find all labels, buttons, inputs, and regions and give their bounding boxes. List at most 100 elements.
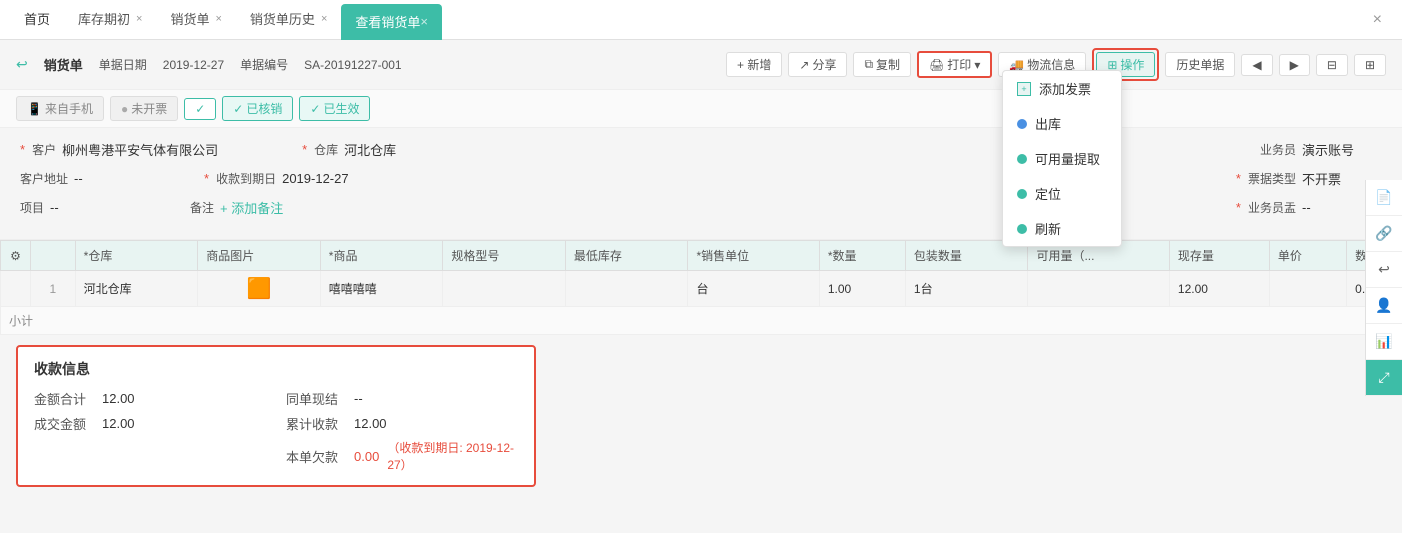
tab-inventory-close[interactable]: × [136, 13, 142, 25]
arrears-spacer [34, 439, 266, 473]
arrears-label: 本单欠款 [286, 447, 346, 466]
new-button[interactable]: + 新增 [726, 52, 782, 77]
form-row-1: * 客户 柳州粤港平安气体有限公司 * 仓库 河北仓库 业务员 演示账号 [20, 140, 1382, 159]
tab-sales-history[interactable]: 销货单历史 × [236, 0, 341, 40]
staff-field: 业务员 演示账号 [1260, 140, 1382, 159]
sidebar-doc-icon[interactable]: 📄 [1366, 180, 1402, 216]
prev-button[interactable]: ◀ [1241, 54, 1272, 76]
th-image: 商品图片 [198, 241, 321, 271]
same-order-row: 同单现结 -- [286, 389, 518, 408]
tab-view-sales-label: 查看销货单 [355, 12, 420, 31]
add-note-button[interactable]: + 添加备注 [220, 198, 283, 217]
trade-amount-row: 成交金额 12.00 [34, 414, 266, 433]
effective-icon: ✓ [310, 102, 320, 116]
doc-icon: ↩ [16, 56, 28, 73]
print-button[interactable]: 🖨 打印 ▾ [917, 51, 992, 78]
th-min-stock: 最低库存 [565, 241, 688, 271]
customer-field: * 客户 柳州粤港平安气体有限公司 [20, 140, 222, 159]
window-close[interactable]: × [1363, 11, 1392, 29]
locate-label: 定位 [1035, 184, 1061, 203]
table-row: 1 河北仓库 🟧 嘻嘻嘻嘻 台 1.00 1台 12.00 0. [1, 271, 1402, 307]
dropdown-refresh[interactable]: 刷新 [1003, 211, 1121, 246]
dropdown-outbound[interactable]: 出库 [1003, 106, 1121, 141]
verified-button[interactable]: ✓ 已核销 [222, 96, 293, 121]
tab-sales-close[interactable]: × [215, 13, 221, 25]
view-grid-button[interactable]: ⊟ [1316, 54, 1348, 76]
share-button[interactable]: ↗ 分享 [788, 52, 847, 77]
warehouse-field: * 仓库 河北仓库 [302, 140, 424, 159]
th-spec: 规格型号 [443, 241, 566, 271]
copy-button[interactable]: ⧉ 复制 [853, 52, 911, 77]
from-mobile-button[interactable]: 📱 来自手机 [16, 96, 104, 121]
outbound-dot [1017, 119, 1027, 129]
customer-value: 柳州粤港平安气体有限公司 [62, 140, 222, 159]
payment-info-box: 收款信息 金额合计 12.00 同单现结 -- 成交金额 12.00 累计收款 … [16, 345, 536, 487]
dropdown-add-invoice[interactable]: + 添加发票 [1003, 71, 1121, 106]
th-settings[interactable]: ⚙ [1, 241, 31, 271]
sidebar-link-icon[interactable]: 🔗 [1366, 216, 1402, 252]
th-warehouse: *仓库 [75, 241, 198, 271]
th-row-num [31, 241, 76, 271]
sidebar-back-icon[interactable]: ↩ [1366, 252, 1402, 288]
effective-label: 已生效 [323, 100, 359, 117]
copy-label: 复制 [876, 56, 900, 73]
arrears-row: 本单欠款 0.00 （收款到期日: 2019-12-27） [286, 439, 518, 473]
tab-view-sales[interactable]: 查看销货单 × [341, 4, 442, 40]
dropdown-locate[interactable]: 定位 [1003, 176, 1121, 211]
payment-info-title: 收款信息 [34, 359, 518, 379]
total-amount-row: 金额合计 12.00 [34, 389, 266, 408]
table-header-row: ⚙ *仓库 商品图片 *商品 规格型号 最低库存 *销售单位 *数量 包装数量 … [1, 241, 1402, 271]
doc-toolbar: ↩ 销货单 单据日期 2019-12-27 单据编号 SA-20191227-0… [0, 40, 1402, 90]
product-table-wrapper: ⚙ *仓库 商品图片 *商品 规格型号 最低库存 *销售单位 *数量 包装数量 … [0, 240, 1402, 335]
doc-number-value: SA-20191227-001 [304, 58, 401, 72]
th-quantity: *数量 [819, 241, 905, 271]
copy-icon: ⧉ [864, 57, 873, 72]
history-button[interactable]: 历史单据 [1165, 52, 1235, 77]
refresh-dot [1017, 224, 1027, 234]
not-open-label: 未开票 [131, 100, 167, 117]
effective-button[interactable]: ✓ 已生效 [299, 96, 370, 121]
project-value: -- [50, 200, 130, 215]
address-field: 客户地址 -- [20, 170, 154, 187]
operation-dropdown: + 添加发票 出库 可用量提取 定位 刷新 [1002, 70, 1122, 247]
td-warehouse: 河北仓库 [75, 271, 198, 307]
view-list-button[interactable]: ⊞ [1354, 54, 1386, 76]
check-icon-button[interactable]: ✓ [184, 98, 216, 120]
dropdown-available[interactable]: 可用量提取 [1003, 141, 1121, 176]
address-label: 客户地址 [20, 170, 68, 187]
plus-icon: + [220, 201, 228, 216]
trade-amount-value: 12.00 [102, 416, 135, 431]
tab-home-label: 首页 [24, 9, 50, 28]
tab-home[interactable]: 首页 [10, 0, 64, 40]
sidebar-chart-icon[interactable]: 📊 [1366, 324, 1402, 360]
product-image: 🟧 [247, 278, 272, 300]
total-amount-value: 12.00 [102, 391, 135, 406]
td-row-num: 1 [31, 271, 76, 307]
td-price [1269, 271, 1346, 307]
sidebar-expand-icon[interactable]: ⤢ [1366, 360, 1402, 396]
td-stock: 12.00 [1169, 271, 1269, 307]
td-image: 🟧 [198, 271, 321, 307]
share-icon: ↗ [799, 58, 809, 72]
tab-sales[interactable]: 销货单 × [156, 0, 235, 40]
operation-label: 操作 [1120, 56, 1144, 73]
tab-sales-history-label: 销货单历史 [250, 9, 315, 28]
tab-inventory[interactable]: 库存期初 × [64, 0, 156, 40]
circle-icon: ● [121, 102, 128, 116]
sidebar-user-icon[interactable]: 👤 [1366, 288, 1402, 324]
doc-date-value: 2019-12-27 [163, 58, 224, 72]
status-toolbar: 📱 来自手机 ● 未开票 ✓ ✓ 已核销 ✓ 已生效 [0, 90, 1402, 128]
td-settings [1, 271, 31, 307]
trade-amount-label: 成交金额 [34, 414, 94, 433]
td-min-stock [565, 271, 688, 307]
refresh-label: 刷新 [1035, 219, 1061, 238]
tab-sales-history-close[interactable]: × [321, 13, 327, 25]
tab-sales-label: 销货单 [170, 9, 209, 28]
not-open-button[interactable]: ● 未开票 [110, 96, 178, 121]
customer-label: 客户 [32, 141, 56, 158]
tab-view-sales-close[interactable]: × [420, 14, 428, 29]
next-button[interactable]: ▶ [1279, 54, 1310, 76]
total-amount-label: 金额合计 [34, 389, 94, 408]
note-label: 备注 [190, 199, 214, 216]
from-mobile-label: 来自手机 [45, 100, 93, 117]
